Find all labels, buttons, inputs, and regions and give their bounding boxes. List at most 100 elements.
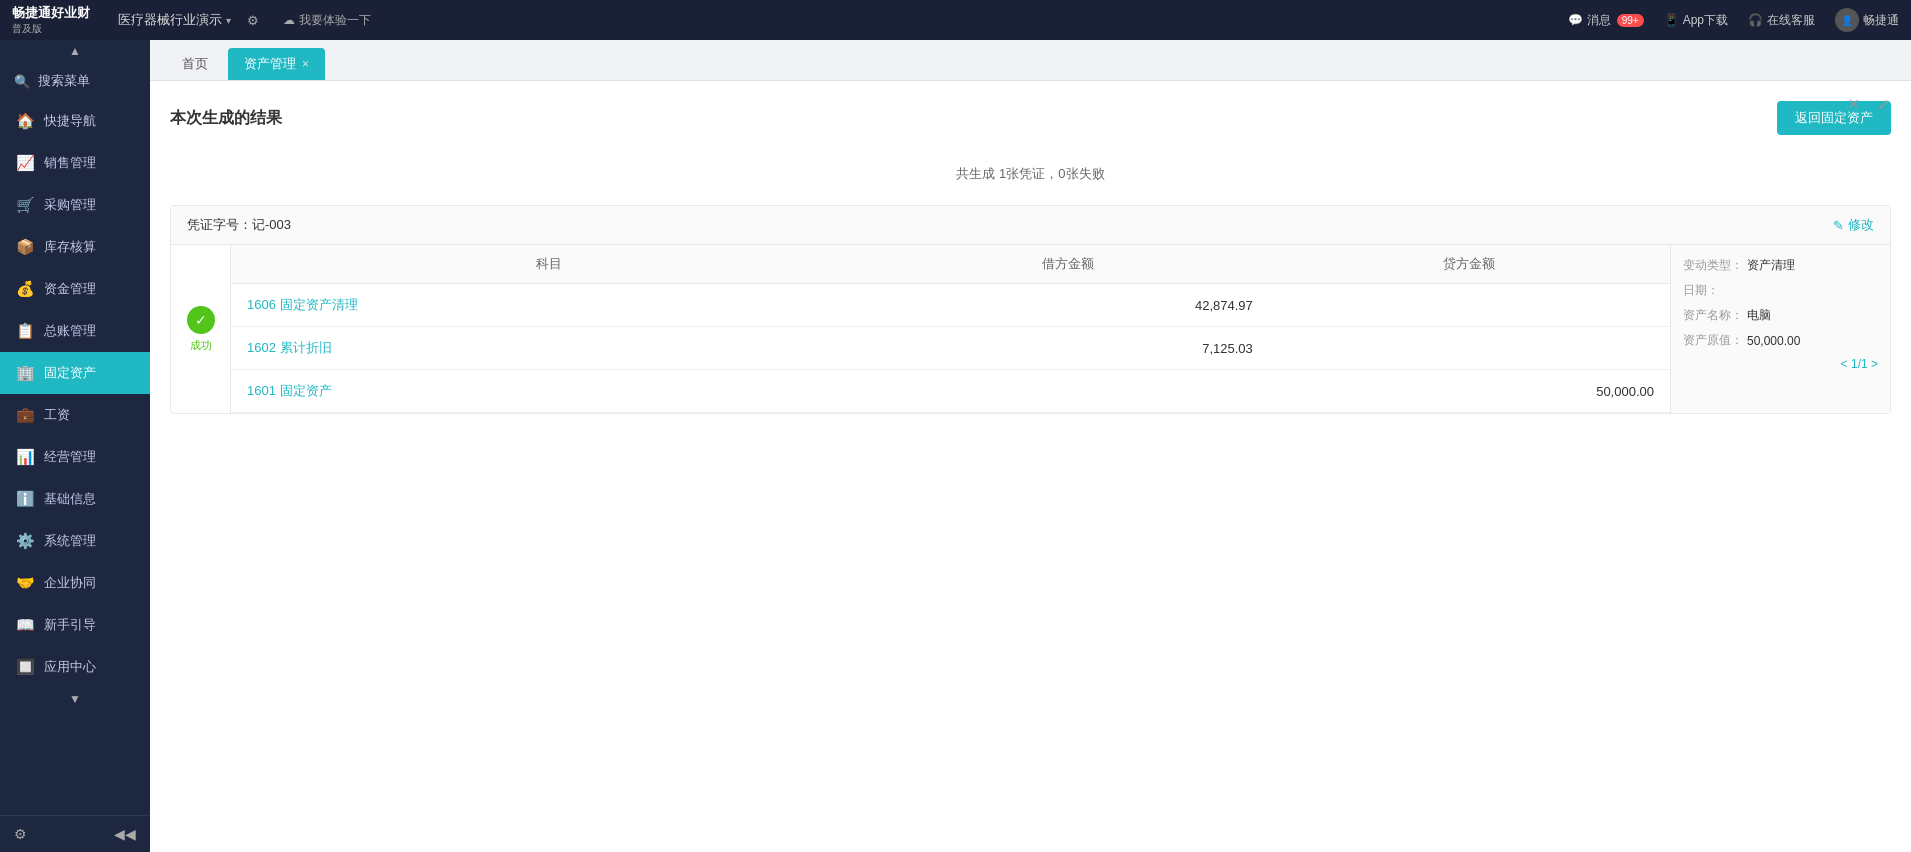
change-type-row: 变动类型： 资产清理 [1683,257,1878,274]
experience-label: 我要体验一下 [299,12,371,29]
prev-page-icon[interactable]: < [1841,357,1848,371]
tab-home[interactable]: 首页 [166,48,224,80]
experience-button[interactable]: ☁ 我要体验一下 [283,12,371,29]
sidebar-item-guide[interactable]: 📖 新手引导 [0,604,150,646]
user-item[interactable]: 👤 畅捷通 [1835,8,1899,32]
pagination: < 1/1 > [1683,357,1878,371]
sales-icon: 📈 [16,154,34,172]
tab-asset-management-label: 资产管理 [244,55,296,73]
sidebar-scroll-down[interactable]: ▼ [0,688,150,710]
sidebar-label-cooperation: 企业协同 [44,574,96,592]
change-type-label: 变动类型： [1683,257,1747,274]
sidebar-collapse-icon[interactable]: ◀◀ [114,826,136,842]
cloud-icon: ☁ [283,13,295,27]
edition-text: 普及版 [12,22,90,36]
app-download-item[interactable]: 📱 App下载 [1664,12,1728,29]
basic-info-icon: ℹ️ [16,490,34,508]
sidebar-item-system[interactable]: ⚙️ 系统管理 [0,520,150,562]
sidebar-item-fund[interactable]: 💰 资金管理 [0,268,150,310]
inventory-icon: 📦 [16,238,34,256]
page-title: 本次生成的结果 [170,108,282,129]
guide-icon: 📖 [16,616,34,634]
fixed-assets-icon: 🏢 [16,364,34,382]
sidebar-label-system: 系统管理 [44,532,96,550]
right-panel: 变动类型： 资产清理 日期： 资产名称： 电脑 资产原值： [1670,245,1890,413]
logo-area: 畅捷通好业财 普及版 [12,4,90,36]
sidebar-item-quick-nav[interactable]: 🏠 快捷导航 [0,100,150,142]
system-icon: ⚙️ [16,532,34,550]
change-type-value: 资产清理 [1747,257,1795,274]
gear-icon[interactable]: ⚙ [247,13,259,28]
subject-cell-1[interactable]: 1606 固定资产清理 [231,284,868,327]
credit-cell-2 [1269,327,1670,370]
expand-button[interactable]: ⤢ [1873,93,1895,115]
sidebar-item-purchase[interactable]: 🛒 采购管理 [0,184,150,226]
page-header: 本次生成的结果 返回固定资产 [170,101,1891,135]
app-download-label: App下载 [1683,12,1728,29]
summary-bar: 共生成 1张凭证，0张失败 [170,155,1891,193]
date-row: 日期： [1683,282,1878,299]
online-service-item[interactable]: 🎧 在线客服 [1748,12,1815,29]
close-button[interactable]: ✕ [1843,93,1865,115]
avatar: 👤 [1835,8,1859,32]
sidebar-item-inventory[interactable]: 📦 库存核算 [0,226,150,268]
tab-bar: 首页 资产管理 × [150,40,1911,81]
sidebar-item-cooperation[interactable]: 🤝 企业协同 [0,562,150,604]
sidebar-bottom: ⚙ ◀◀ [0,815,150,852]
sidebar-label-search: 搜索菜单 [38,72,90,90]
sidebar-label-inventory: 库存核算 [44,238,96,256]
subject-cell-2[interactable]: 1602 累计折旧 [231,327,868,370]
table-row: 1601 固定资产 50,000.00 [231,370,1670,413]
online-service-label: 在线客服 [1767,12,1815,29]
sidebar-item-search[interactable]: 🔍 搜索菜单 [0,62,150,100]
sidebar-item-fixed-assets[interactable]: 🏢 固定资产 [0,352,150,394]
header-right: 💬 消息 99+ 📱 App下载 🎧 在线客服 👤 畅捷通 [1568,8,1899,32]
tab-asset-management[interactable]: 资产管理 × [228,48,325,80]
sidebar-item-ledger[interactable]: 📋 总账管理 [0,310,150,352]
table-row: 1606 固定资产清理 42,874.97 [231,284,1670,327]
sidebar-item-operation[interactable]: 📊 经营管理 [0,436,150,478]
voucher-table: 科目 借方金额 贷方金额 1606 固定资产清理 42,874.97 [231,245,1670,413]
sidebar-label-fixed-assets: 固定资产 [44,364,96,382]
original-value-label: 资产原值： [1683,332,1747,349]
sidebar: ▲ 🔍 搜索菜单 🏠 快捷导航 📈 销售管理 🛒 采购管理 📦 库存核算 💰 资… [0,40,150,852]
sidebar-item-sales[interactable]: 📈 销售管理 [0,142,150,184]
checkmark-icon: ✓ [195,312,207,328]
sidebar-label-sales: 销售管理 [44,154,96,172]
edit-label: 修改 [1848,216,1874,234]
asset-name-value: 电脑 [1747,307,1771,324]
sidebar-scroll-up[interactable]: ▲ [0,40,150,62]
sidebar-item-basic-info[interactable]: ℹ️ 基础信息 [0,478,150,520]
fund-icon: 💰 [16,280,34,298]
page-indicator: 1/1 [1851,357,1871,371]
debit-cell-1: 42,874.97 [868,284,1269,327]
window-controls: ✕ ⤢ [1843,93,1895,115]
purchase-icon: 🛒 [16,196,34,214]
sidebar-item-app-center[interactable]: 🔲 应用中心 [0,646,150,688]
subject-cell-3[interactable]: 1601 固定资产 [231,370,868,413]
message-icon: 💬 [1568,13,1583,27]
sidebar-settings-icon[interactable]: ⚙ [14,826,27,842]
ledger-icon: 📋 [16,322,34,340]
edit-button[interactable]: ✎ 修改 [1833,216,1874,234]
table-body: 1606 固定资产清理 42,874.97 1602 累计折旧 7,125.03 [231,284,1670,413]
chevron-down-icon: ▾ [226,15,231,26]
edit-icon: ✎ [1833,218,1844,233]
status-column: ✓ 成功 [171,245,231,413]
next-page-icon[interactable]: > [1871,357,1878,371]
table-row: 1602 累计折旧 7,125.03 [231,327,1670,370]
col-subject: 科目 [231,245,868,284]
voucher-table-wrap: 科目 借方金额 贷方金额 1606 固定资产清理 42,874.97 [231,245,1670,413]
sidebar-label-quick-nav: 快捷导航 [44,112,96,130]
voucher-body: ✓ 成功 科目 借方金额 贷方金额 [171,245,1890,413]
sidebar-item-salary[interactable]: 💼 工资 [0,394,150,436]
sidebar-label-app-center: 应用中心 [44,658,96,676]
summary-text: 共生成 1张凭证，0张失败 [956,166,1104,181]
sidebar-label-fund: 资金管理 [44,280,96,298]
message-item[interactable]: 💬 消息 99+ [1568,12,1644,29]
top-header: 畅捷通好业财 普及版 医疗器械行业演示 ▾ ⚙ ☁ 我要体验一下 💬 消息 99… [0,0,1911,40]
message-label: 消息 [1587,12,1611,29]
date-label: 日期： [1683,282,1747,299]
tab-close-icon[interactable]: × [302,57,309,71]
company-selector[interactable]: 医疗器械行业演示 ▾ [118,11,231,29]
